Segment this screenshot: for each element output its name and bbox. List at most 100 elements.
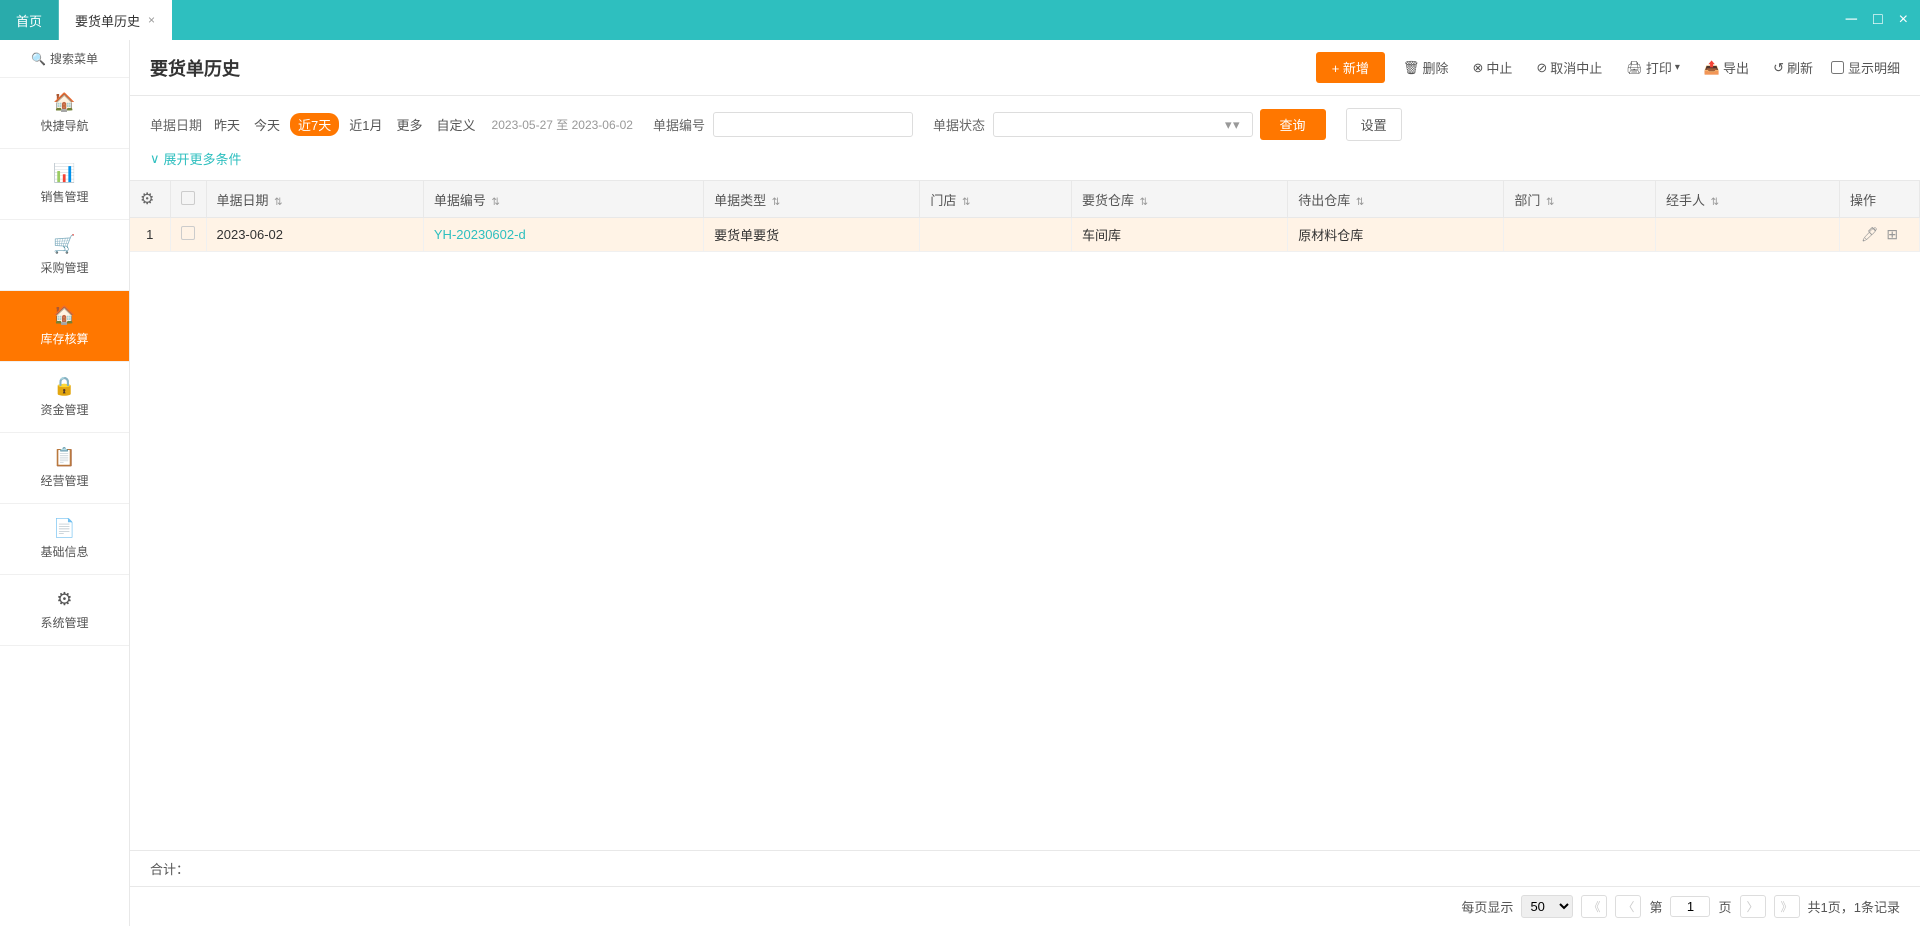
sidebar-item-quick-nav[interactable]: 🏠 快捷导航 (0, 78, 129, 149)
th-no[interactable]: 单据编号 ⇅ (423, 181, 703, 218)
first-page-btn[interactable]: 《 (1581, 895, 1607, 918)
row-no-0[interactable]: YH-20230602-d (423, 218, 703, 252)
export-icon: 📤 (1704, 60, 1720, 76)
select-all-checkbox[interactable] (181, 191, 195, 205)
date-btn-yesterday[interactable]: 昨天 (210, 113, 244, 136)
sidebar-item-sales[interactable]: 📊 销售管理 (0, 149, 129, 220)
display-detail-checkbox[interactable] (1831, 61, 1844, 74)
date-filter-item: 单据日期 昨天 今天 近7天 近1月 更多 自定义 2023-05-27 至 2… (150, 113, 633, 136)
status-input[interactable] (993, 112, 1253, 137)
page-input[interactable] (1670, 896, 1710, 917)
sidebar-item-system[interactable]: ⚙ 系统管理 (0, 575, 129, 646)
row-checkbox-0[interactable] (170, 218, 206, 252)
doc-no-input[interactable] (713, 112, 913, 137)
delete-button[interactable]: 🗑 删除 (1397, 54, 1455, 81)
tab-home[interactable]: 首页 (0, 0, 59, 40)
table-row: 1 2023-06-02 YH-20230602-d 要货单要货 车间库 原材料… (130, 218, 1920, 252)
last-page-btn[interactable]: 》 (1774, 895, 1800, 918)
base-icon: 📄 (53, 518, 75, 539)
prev-page-btn[interactable]: 〈 (1615, 895, 1641, 918)
content-area: 要货单历史 + 新增 🗑 删除 ⊗ 中止 ⊘ 取消中止 🖨 打印 (130, 40, 1920, 926)
expand-more-btn[interactable]: ∨ 展开更多条件 (150, 149, 1900, 168)
tab-close-icon[interactable]: × (148, 13, 155, 27)
date-btn-1month[interactable]: 近1月 (345, 113, 386, 136)
th-req-wh[interactable]: 要货仓库 ⇅ (1071, 181, 1287, 218)
query-button[interactable]: 查询 (1260, 109, 1326, 140)
page-title: 要货单历史 (150, 55, 240, 81)
row-dept-0 (1504, 218, 1656, 252)
status-label: 单据状态 (933, 115, 985, 134)
settings-button[interactable]: 设置 (1346, 108, 1402, 141)
th-date[interactable]: 单据日期 ⇅ (206, 181, 423, 218)
cancel-stop-label: 取消中止 (1550, 58, 1602, 77)
total-info: 共1页，1条记录 (1808, 897, 1900, 916)
display-detail-label: 显示明细 (1848, 58, 1900, 77)
print-dropdown-icon: ▾ (1675, 62, 1680, 73)
stop-label: 中止 (1486, 58, 1512, 77)
row-more-icon-0[interactable]: ⊞ (1886, 226, 1898, 242)
th-dept-label: 部门 (1514, 193, 1540, 208)
print-label: 打印 (1646, 58, 1672, 77)
sidebar-item-sales-label: 销售管理 (40, 188, 88, 205)
print-button[interactable]: 🖨 打印 ▾ (1620, 54, 1686, 81)
date-filter-btns: 昨天 今天 近7天 近1月 更多 自定义 (210, 113, 480, 136)
date-btn-custom[interactable]: 自定义 (433, 113, 480, 136)
sidebar-item-inventory[interactable]: 🏠 库存核算 (0, 291, 129, 362)
inventory-icon: 🏠 (53, 305, 75, 326)
sidebar-item-purchase[interactable]: 🛒 采购管理 (0, 220, 129, 291)
th-type-label: 单据类型 (714, 193, 766, 208)
system-icon: ⚙ (56, 589, 72, 610)
cancel-stop-button[interactable]: ⊘ 取消中止 (1530, 54, 1608, 81)
th-store[interactable]: 门店 ⇅ (920, 181, 1072, 218)
window-close-btn[interactable]: × (1899, 11, 1908, 29)
sidebar-item-operations[interactable]: 📋 经营管理 (0, 433, 129, 504)
date-btn-today[interactable]: 今天 (250, 113, 284, 136)
th-dept[interactable]: 部门 ⇅ (1504, 181, 1656, 218)
new-button[interactable]: + 新增 (1316, 52, 1385, 83)
refresh-label: 刷新 (1787, 58, 1813, 77)
sidebar-search[interactable]: 🔍 搜索菜单 (0, 40, 129, 78)
page-label-after: 页 (1718, 897, 1731, 916)
pagination: 每页显示 50 100 200 《 〈 第 页 〉 》 共1页，1条记录 (130, 886, 1920, 926)
tab-bar: 首页 要货单历史 × (0, 0, 172, 40)
sidebar-item-base-label: 基础信息 (40, 543, 88, 560)
sort-date-icon: ⇅ (274, 197, 282, 208)
th-handler[interactable]: 经手人 ⇅ (1656, 181, 1840, 218)
date-btn-7days[interactable]: 近7天 (290, 113, 339, 136)
sort-no-icon: ⇅ (492, 197, 500, 208)
cancel-stop-icon: ⊘ (1536, 60, 1547, 76)
sidebar-item-operations-label: 经营管理 (40, 472, 88, 489)
window-max-btn[interactable]: □ (1873, 11, 1883, 29)
th-settings[interactable]: ⚙ (130, 181, 170, 218)
next-page-btn[interactable]: 〉 (1740, 895, 1766, 918)
per-page-select[interactable]: 50 100 200 (1521, 895, 1573, 918)
tab-home-label: 首页 (16, 11, 42, 30)
th-store-label: 门店 (930, 193, 956, 208)
sidebar-item-inventory-label: 库存核算 (40, 330, 88, 347)
tab-history[interactable]: 要货单历史 × (59, 0, 172, 40)
delete-icon: 🗑 (1403, 60, 1420, 76)
sidebar-item-finance-label: 资金管理 (40, 401, 88, 418)
refresh-button[interactable]: ↺ 刷新 (1767, 54, 1819, 81)
sidebar-item-base[interactable]: 📄 基础信息 (0, 504, 129, 575)
sort-pending-wh-icon: ⇅ (1356, 197, 1364, 208)
th-pending-wh[interactable]: 待出仓库 ⇅ (1288, 181, 1504, 218)
row-edit-icon-0[interactable]: 🖊 (1861, 226, 1879, 242)
settings-col-icon[interactable]: ⚙ (140, 191, 154, 208)
main-layout: 🔍 搜索菜单 🏠 快捷导航 📊 销售管理 🛒 采购管理 🏠 库存核算 🔒 资金管… (0, 40, 1920, 926)
sidebar-item-system-label: 系统管理 (40, 614, 88, 631)
window-min-btn[interactable]: ─ (1846, 11, 1857, 29)
stop-button[interactable]: ⊗ 中止 (1466, 54, 1518, 81)
th-checkbox[interactable] (170, 181, 206, 218)
th-type[interactable]: 单据类型 ⇅ (704, 181, 920, 218)
display-detail-toggle[interactable]: 显示明细 (1831, 58, 1900, 77)
doc-no-label: 单据编号 (653, 115, 705, 134)
row-handler-0 (1656, 218, 1840, 252)
date-btn-more[interactable]: 更多 (393, 113, 427, 136)
export-button[interactable]: 📤 导出 (1698, 54, 1755, 81)
expand-more-label: 展开更多条件 (164, 149, 242, 168)
delete-label: 删除 (1422, 58, 1448, 77)
row-req-wh-0: 车间库 (1071, 218, 1287, 252)
expand-more-icon: ∨ (150, 151, 160, 167)
sidebar-item-finance[interactable]: 🔒 资金管理 (0, 362, 129, 433)
